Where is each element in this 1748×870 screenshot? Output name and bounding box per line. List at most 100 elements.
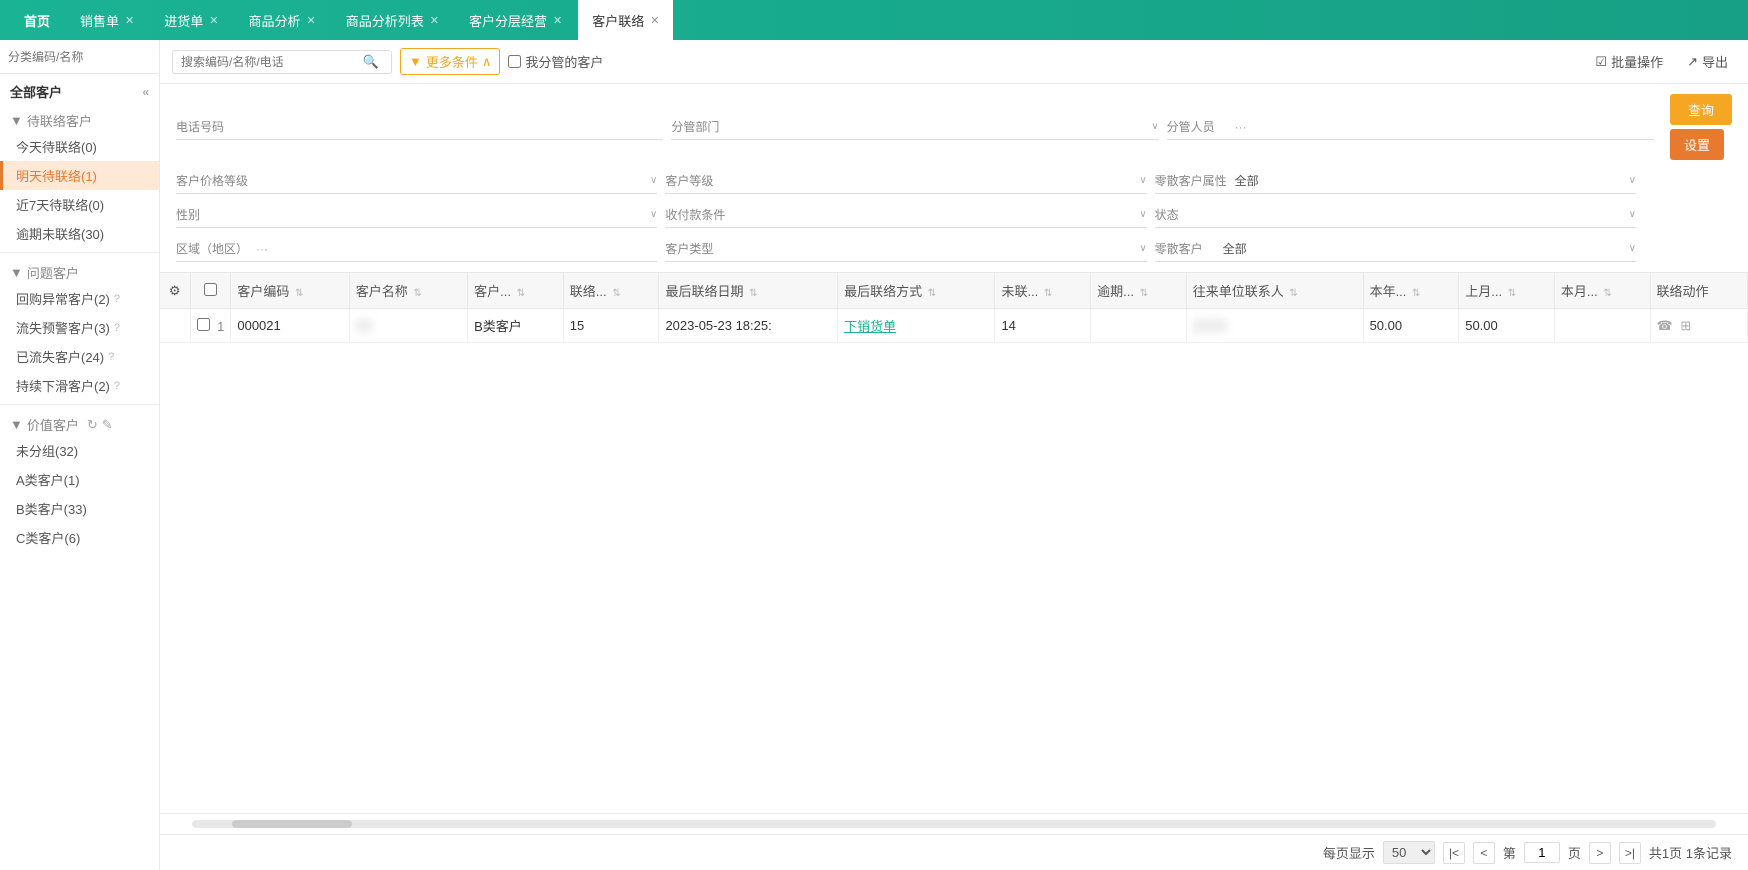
- scroll-thumb[interactable]: [232, 820, 352, 828]
- sidebar-search-input[interactable]: [8, 50, 160, 64]
- filter-row-2: 客户价格等级 ∨ 客户等级 ∨ 零散客户属性 全部 ∨: [176, 168, 1732, 194]
- row-last-method[interactable]: 下销货单: [844, 319, 896, 334]
- nav-product-analysis[interactable]: 商品分析 ✕: [234, 0, 329, 40]
- nav-home[interactable]: 首页: [10, 0, 64, 40]
- th-this-month-label: 本月...: [1561, 284, 1598, 299]
- th-last-method-label: 最后联络方式: [844, 284, 922, 299]
- scroll-bar-area: [160, 813, 1748, 834]
- page-nav-last[interactable]: >|: [1619, 842, 1641, 864]
- nav-product-analysis-close[interactable]: ✕: [307, 14, 316, 27]
- customer-table: ⚙ 客户编码 ⇅ 客户名称 ⇅: [160, 273, 1748, 343]
- td-contact-count: 15: [563, 309, 659, 343]
- person-dots[interactable]: ···: [1235, 120, 1247, 134]
- sidebar-c-class[interactable]: C类客户(6): [0, 523, 159, 552]
- sort-contact-icon[interactable]: ⇅: [612, 288, 620, 299]
- gender-arrow-icon[interactable]: ∨: [650, 209, 657, 220]
- nav-purchase[interactable]: 进货单 ✕: [150, 0, 232, 40]
- sidebar-continuous-decline[interactable]: 持续下滑客户(2) ?: [0, 371, 159, 400]
- th-last-method: 最后联络方式 ⇅: [838, 273, 995, 309]
- filter-dept: 分管部门 ∨: [671, 114, 1158, 140]
- sidebar-repurchase-abnormal[interactable]: 回购异常客户(2) ?: [0, 284, 159, 313]
- retail-attr-arrow-icon[interactable]: ∨: [1629, 175, 1636, 186]
- value-refresh-icon[interactable]: ↻: [87, 417, 98, 433]
- query-btn[interactable]: 查询: [1670, 94, 1732, 125]
- a-class-label: A类客户(1): [16, 470, 80, 489]
- nav-customer-tier[interactable]: 客户分层经营 ✕: [455, 0, 576, 40]
- filter-row-4: 区域（地区） ··· 客户类型 ∨ 零散客户 全部 ∨: [176, 236, 1732, 262]
- page-suffix: 页: [1568, 843, 1581, 862]
- customer-type-label: 客户类型: [665, 240, 725, 257]
- page-nav-next[interactable]: >: [1589, 842, 1611, 864]
- c-class-label: C类客户(6): [16, 528, 80, 547]
- nav-sales[interactable]: 销售单 ✕: [66, 0, 148, 40]
- select-all-checkbox[interactable]: [204, 283, 217, 296]
- status-arrow-icon[interactable]: ∨: [1629, 209, 1636, 220]
- sidebar-today-contact[interactable]: 今天待联络(0): [0, 132, 159, 161]
- row-checkbox[interactable]: [197, 318, 210, 331]
- nav-sales-close[interactable]: ✕: [125, 14, 134, 27]
- sidebar-collapse-icon[interactable]: «: [142, 85, 149, 99]
- sort-overdue-icon[interactable]: ⇅: [1140, 288, 1148, 299]
- nav-product-analysis-list-close[interactable]: ✕: [430, 14, 439, 27]
- sidebar-already-lost[interactable]: 已流失客户(24) ?: [0, 342, 159, 371]
- nav-product-analysis-list[interactable]: 商品分析列表 ✕: [332, 0, 453, 40]
- filter-phone: 电话号码: [176, 114, 663, 140]
- filter-retail-customer: 零散客户 全部 ∨: [1155, 236, 1636, 262]
- sidebar-ungrouped[interactable]: 未分组(32): [0, 436, 159, 465]
- th-this-year: 本年... ⇅: [1363, 273, 1459, 309]
- nav-customer-contact-close[interactable]: ✕: [650, 14, 659, 27]
- sort-name-icon[interactable]: ⇅: [413, 288, 421, 299]
- nav-customer-contact[interactable]: 客户联络 ✕: [578, 0, 673, 40]
- sidebar-b-class[interactable]: B类客户(33): [0, 494, 159, 523]
- sidebar-a-class[interactable]: A类客户(1): [0, 465, 159, 494]
- payment-arrow-icon[interactable]: ∨: [1139, 209, 1146, 220]
- sort-this-year-icon[interactable]: ⇅: [1412, 288, 1420, 299]
- action-contact-icon[interactable]: ☎: [1657, 318, 1673, 333]
- gear-icon[interactable]: ⚙: [169, 283, 181, 298]
- customer-type-arrow-icon[interactable]: ∨: [1139, 243, 1146, 254]
- sort-contact-person-icon[interactable]: ⇅: [1289, 288, 1297, 299]
- sidebar-overdue-contact[interactable]: 逾期未联络(30): [0, 219, 159, 248]
- retail-customer-arrow-icon[interactable]: ∨: [1629, 243, 1636, 254]
- search-input[interactable]: [181, 55, 363, 69]
- sidebar-near7-contact[interactable]: 近7天待联络(0): [0, 190, 159, 219]
- filter-customer-level: 客户等级 ∨: [665, 168, 1146, 194]
- value-edit-icon[interactable]: ✎: [102, 417, 113, 433]
- total-label: 共1页 1条记录: [1649, 843, 1732, 862]
- my-customers-checkbox[interactable]: [508, 55, 521, 68]
- sidebar-tomorrow-contact[interactable]: 明天待联络(1): [0, 161, 159, 190]
- nav-customer-tier-close[interactable]: ✕: [553, 14, 562, 27]
- sort-last-month-icon[interactable]: ⇅: [1508, 288, 1516, 299]
- th-no-contact: 未联... ⇅: [995, 273, 1091, 309]
- nav-purchase-close[interactable]: ✕: [209, 14, 218, 27]
- phone-input[interactable]: [244, 120, 663, 134]
- price-level-label: 客户价格等级: [176, 172, 248, 189]
- pending-triangle-icon: ▼: [10, 113, 23, 128]
- settings-btn[interactable]: 设置: [1670, 129, 1724, 160]
- export-btn[interactable]: ↗ 导出: [1679, 49, 1736, 74]
- page-nav-first[interactable]: |<: [1443, 842, 1465, 864]
- sidebar-loss-risk[interactable]: 流失预警客户(3) ?: [0, 313, 159, 342]
- page-nav-prev[interactable]: <: [1473, 842, 1495, 864]
- page-input[interactable]: [1524, 842, 1560, 863]
- filter-more-btn[interactable]: ▼ 更多条件 ∧: [400, 48, 500, 75]
- customer-level-arrow-icon[interactable]: ∨: [1139, 175, 1146, 186]
- action-more-icon[interactable]: ⊞: [1680, 318, 1691, 333]
- sort-type-icon[interactable]: ⇅: [517, 288, 525, 299]
- search-icon[interactable]: 🔍: [363, 54, 379, 70]
- region-dots[interactable]: ···: [256, 242, 268, 256]
- dept-arrow-icon[interactable]: ∨: [1151, 121, 1158, 132]
- price-level-arrow-icon[interactable]: ∨: [650, 175, 657, 186]
- batch-ops-btn[interactable]: ☑ 批量操作: [1587, 49, 1671, 74]
- filter-row-1: 电话号码 分管部门 ∨ 分管人员 ··· 查询 设置: [176, 94, 1732, 160]
- sort-last-method-icon[interactable]: ⇅: [928, 288, 936, 299]
- sort-this-month-icon[interactable]: ⇅: [1603, 288, 1611, 299]
- sort-code-icon[interactable]: ⇅: [295, 288, 303, 299]
- sort-last-date-icon[interactable]: ⇅: [749, 288, 757, 299]
- per-page-select[interactable]: 50 100 200: [1383, 841, 1435, 864]
- ungrouped-label: 未分组(32): [16, 441, 78, 460]
- th-no-contact-label: 未联...: [1001, 284, 1038, 299]
- checkbox-icon: ☑: [1595, 54, 1607, 70]
- sort-no-contact-icon[interactable]: ⇅: [1044, 288, 1052, 299]
- nav-purchase-label: 进货单: [164, 11, 203, 30]
